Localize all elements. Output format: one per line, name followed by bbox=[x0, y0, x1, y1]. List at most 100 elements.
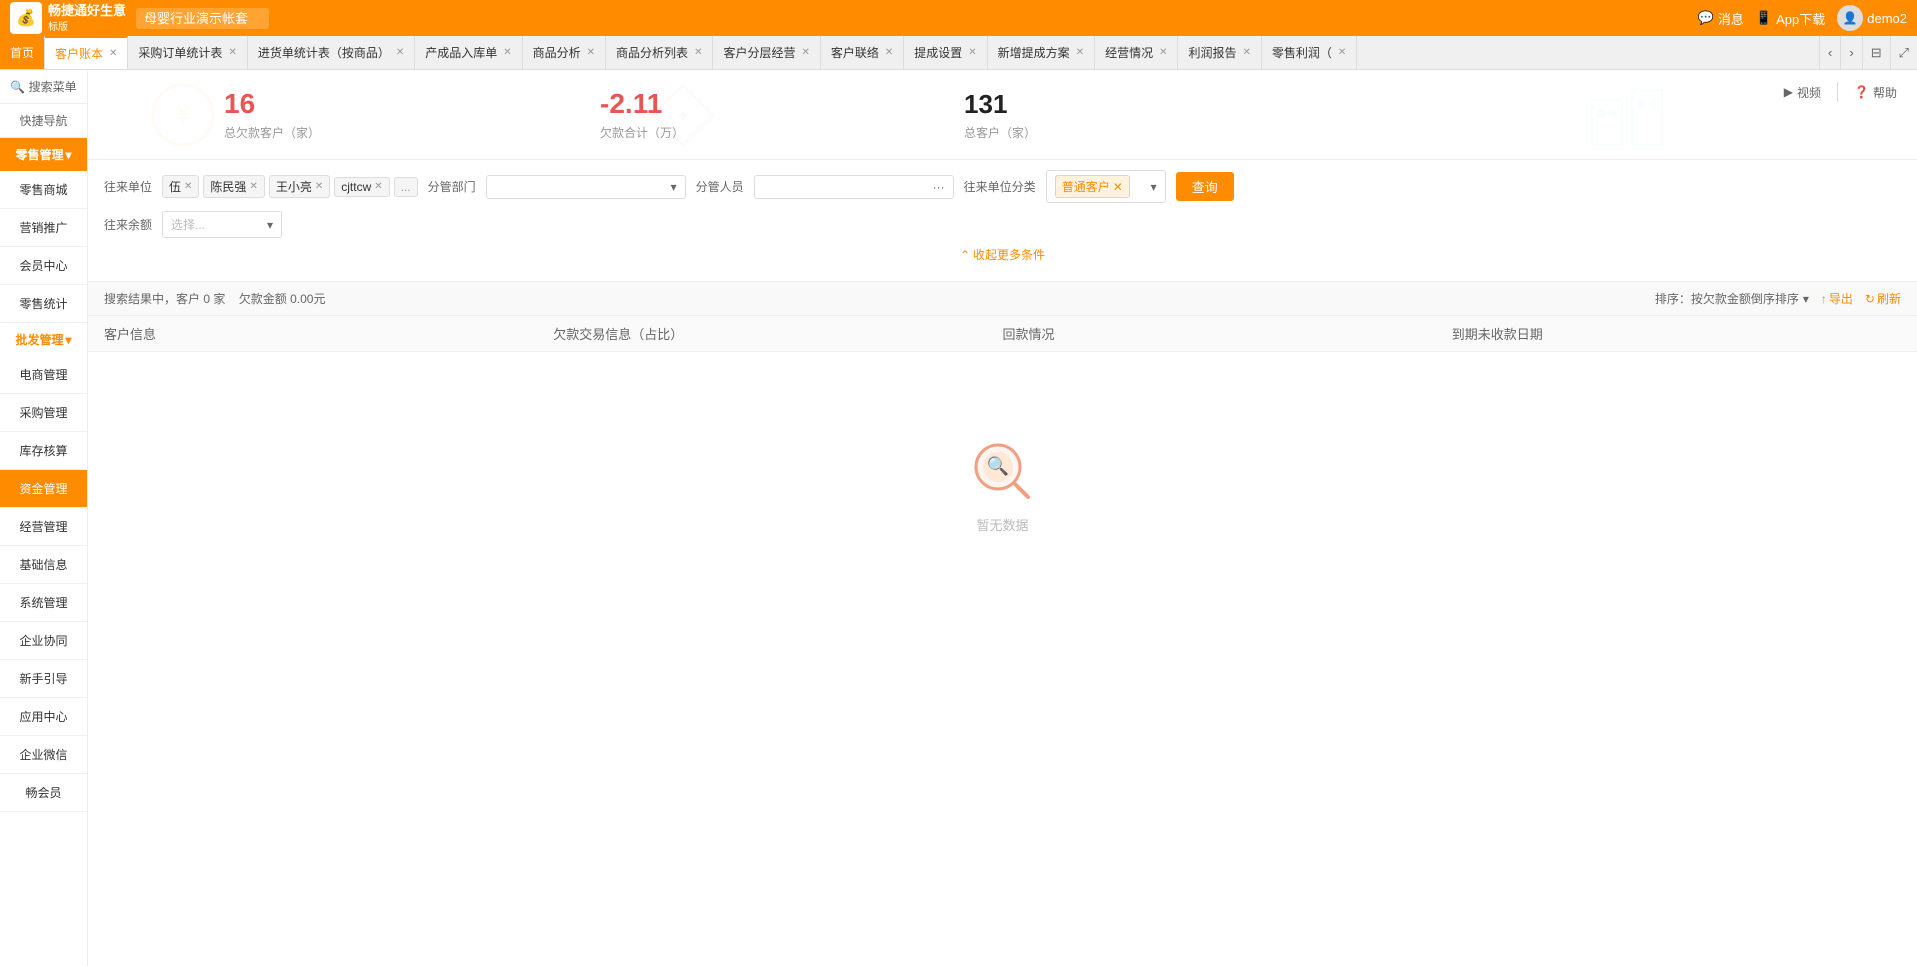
person-select[interactable]: ··· bbox=[754, 175, 954, 199]
tab-purchase-stats[interactable]: 采购订单统计表 ✕ bbox=[128, 36, 247, 70]
purchase-detail-tab-label: 进货单统计表（按商品） bbox=[258, 44, 390, 61]
tab-more-button[interactable]: ⊟ bbox=[1862, 36, 1890, 70]
tab-close-product-analysis[interactable]: ✕ bbox=[587, 47, 595, 58]
sidebar-item-wholesale-mgmt[interactable]: 批发管理 ▾ bbox=[0, 323, 87, 356]
home-tab-label: 首页 bbox=[10, 44, 34, 61]
unit-filter-label: 往来单位 bbox=[104, 178, 152, 195]
stat-total-customers-value: 131 bbox=[964, 89, 1036, 120]
collapse-button[interactable]: ⌃ 收起更多条件 bbox=[960, 246, 1045, 263]
empty-label: 暂无数据 bbox=[976, 515, 1028, 534]
empty-state: 🔍 暂无数据 bbox=[88, 352, 1917, 614]
tab-close-profit-report[interactable]: ✕ bbox=[1243, 47, 1251, 58]
sidebar-quick-nav[interactable]: 快捷导航 bbox=[0, 104, 87, 138]
svg-text:¥: ¥ bbox=[175, 101, 190, 128]
tab-next-button[interactable]: › bbox=[1840, 36, 1861, 70]
sort-label: 排序：按欠款金额倒序排序 bbox=[1655, 290, 1799, 307]
tab-operations[interactable]: 经营情况 ✕ bbox=[1095, 36, 1178, 70]
store-selector-area: 母婴行业演示帐套 bbox=[126, 8, 1698, 29]
tab-purchase-detail[interactable]: 进货单统计表（按商品） ✕ bbox=[248, 36, 415, 70]
sidebar-item-enterprise-wechat[interactable]: 企业微信 bbox=[0, 736, 87, 774]
remove-unit-tag-3[interactable]: ✕ bbox=[374, 181, 382, 192]
remove-unit-tag-0[interactable]: ✕ bbox=[184, 181, 192, 192]
sidebar-item-marketing[interactable]: 营销推广 bbox=[0, 209, 87, 247]
profit-report-tab-label: 利润报告 bbox=[1188, 44, 1236, 61]
help-button[interactable]: ❓ 帮助 bbox=[1854, 82, 1897, 102]
tab-customer-tier[interactable]: 客户分层经营 ✕ bbox=[713, 36, 820, 70]
tab-close-customer-book[interactable]: ✕ bbox=[109, 48, 117, 59]
sidebar-item-free-member[interactable]: 畅会员 bbox=[0, 774, 87, 812]
sidebar-item-finance[interactable]: 资金管理 bbox=[0, 470, 87, 508]
message-button[interactable]: 💬 消息 bbox=[1698, 9, 1744, 28]
remove-unit-tag-2[interactable]: ✕ bbox=[315, 181, 323, 192]
tab-product-storage[interactable]: 产成品入库单 ✕ bbox=[415, 36, 522, 70]
empty-icon: 🔍 bbox=[963, 432, 1043, 515]
tab-prev-button[interactable]: ‹ bbox=[1819, 36, 1840, 70]
sidebar-item-ecommerce[interactable]: 电商管理 bbox=[0, 356, 87, 394]
department-select[interactable]: ▾ bbox=[486, 175, 686, 199]
operations-tab-label: 经营情况 bbox=[1105, 44, 1153, 61]
bg-icon-coin: ¥ bbox=[148, 80, 218, 153]
tab-close-customer-tier[interactable]: ✕ bbox=[801, 47, 809, 58]
top-bar: 💰 畅捷通好生意 标版 母婴行业演示帐套 💬 消息 📱 App下载 bbox=[0, 0, 1917, 36]
col-header-repayment: 回款情况 bbox=[1003, 324, 1452, 343]
product-storage-tab-label: 产成品入库单 bbox=[425, 44, 497, 61]
video-icon: ▶ bbox=[1784, 85, 1793, 99]
tab-close-new-promotion[interactable]: ✕ bbox=[1076, 47, 1084, 58]
export-button[interactable]: ↑ 导出 bbox=[1821, 290, 1853, 307]
tab-close-product-storage[interactable]: ✕ bbox=[503, 47, 511, 58]
sidebar-item-member-center[interactable]: 会员中心 bbox=[0, 247, 87, 285]
sidebar-item-system[interactable]: 系统管理 bbox=[0, 584, 87, 622]
sidebar-search[interactable]: 🔍 搜索菜单 bbox=[0, 70, 87, 104]
sidebar-item-retail-mgmt[interactable]: 零售管理 ▾ bbox=[0, 138, 87, 171]
tab-customer-book[interactable]: 客户账本 ✕ bbox=[45, 36, 128, 70]
sidebar-item-retail-stats[interactable]: 零售统计 bbox=[0, 285, 87, 323]
sidebar-item-inventory[interactable]: 库存核算 bbox=[0, 432, 87, 470]
chevron-down-icon: ▾ bbox=[65, 148, 71, 162]
tab-product-analysis[interactable]: 商品分析 ✕ bbox=[523, 36, 606, 70]
tab-expand-button[interactable]: ⤢ bbox=[1890, 36, 1917, 70]
tab-close-operations[interactable]: ✕ bbox=[1159, 47, 1167, 58]
balance-select[interactable]: 选择... ▾ bbox=[162, 211, 282, 238]
tab-home[interactable]: 首页 bbox=[0, 36, 45, 70]
tab-close-purchase-stats[interactable]: ✕ bbox=[228, 47, 236, 58]
product-analysis-list-tab-label: 商品分析列表 bbox=[616, 44, 688, 61]
store-select[interactable]: 母婴行业演示帐套 bbox=[136, 8, 269, 29]
sidebar-item-enterprise[interactable]: 企业协同 bbox=[0, 622, 87, 660]
sidebar-item-purchase[interactable]: 采购管理 bbox=[0, 394, 87, 432]
sidebar-item-basic-info[interactable]: 基础信息 bbox=[0, 546, 87, 584]
more-tags-button[interactable]: ... bbox=[394, 177, 418, 197]
query-button[interactable]: 查询 bbox=[1176, 172, 1234, 201]
content-header: ¥ ✦ bbox=[88, 70, 1917, 160]
department-chevron-icon: ▾ bbox=[671, 180, 677, 194]
remove-unit-tag-1[interactable]: ✕ bbox=[249, 181, 257, 192]
tab-profit-report[interactable]: 利润报告 ✕ bbox=[1178, 36, 1261, 70]
download-icon: 📱 bbox=[1756, 10, 1772, 26]
tab-close-customer-contact[interactable]: ✕ bbox=[885, 47, 893, 58]
video-button[interactable]: ▶ 视频 bbox=[1784, 82, 1821, 102]
sort-select[interactable]: 排序：按欠款金额倒序排序 ▾ bbox=[1655, 290, 1809, 307]
sidebar-item-app-center[interactable]: 应用中心 bbox=[0, 698, 87, 736]
tab-close-promotion-settings[interactable]: ✕ bbox=[968, 47, 976, 58]
sidebar-item-retail-mall[interactable]: 零售商城 bbox=[0, 171, 87, 209]
stat-customers: 16 总欠款客户（家） bbox=[224, 88, 320, 141]
sidebar-item-new-guide[interactable]: 新手引导 bbox=[0, 660, 87, 698]
tab-close-retail-profit[interactable]: ✕ bbox=[1338, 47, 1346, 58]
refresh-button[interactable]: ↻ 刷新 bbox=[1865, 290, 1901, 307]
remove-category-tag[interactable]: ✕ bbox=[1113, 180, 1123, 194]
app-download-button[interactable]: 📱 App下载 bbox=[1756, 9, 1825, 28]
tab-retail-profit[interactable]: 零售利润（ ✕ bbox=[1262, 36, 1357, 70]
tab-close-product-analysis-list[interactable]: ✕ bbox=[694, 47, 702, 58]
unit-tag-3: cjttcw ✕ bbox=[334, 177, 389, 197]
tab-close-purchase-detail[interactable]: ✕ bbox=[396, 47, 404, 58]
tab-customer-contact[interactable]: 客户联络 ✕ bbox=[821, 36, 904, 70]
result-bar-left: 搜索结果中，客户 0 家 欠款金额 0.00元 bbox=[104, 290, 325, 307]
sidebar-item-operations-mgmt[interactable]: 经营管理 bbox=[0, 508, 87, 546]
result-bar: 搜索结果中，客户 0 家 欠款金额 0.00元 排序：按欠款金额倒序排序 ▾ bbox=[88, 282, 1917, 316]
tab-product-analysis-list[interactable]: 商品分析列表 ✕ bbox=[606, 36, 713, 70]
user-avatar-button[interactable]: 👤 demo2 bbox=[1837, 5, 1907, 31]
tab-new-promotion[interactable]: 新增提成方案 ✕ bbox=[988, 36, 1095, 70]
balance-chevron-icon: ▾ bbox=[267, 218, 273, 232]
tab-promotion-settings[interactable]: 提成设置 ✕ bbox=[904, 36, 987, 70]
bg-icon-diamond: ✦ bbox=[648, 80, 718, 153]
unit-category-select[interactable]: 普通客户 ✕ ▾ bbox=[1046, 170, 1166, 203]
